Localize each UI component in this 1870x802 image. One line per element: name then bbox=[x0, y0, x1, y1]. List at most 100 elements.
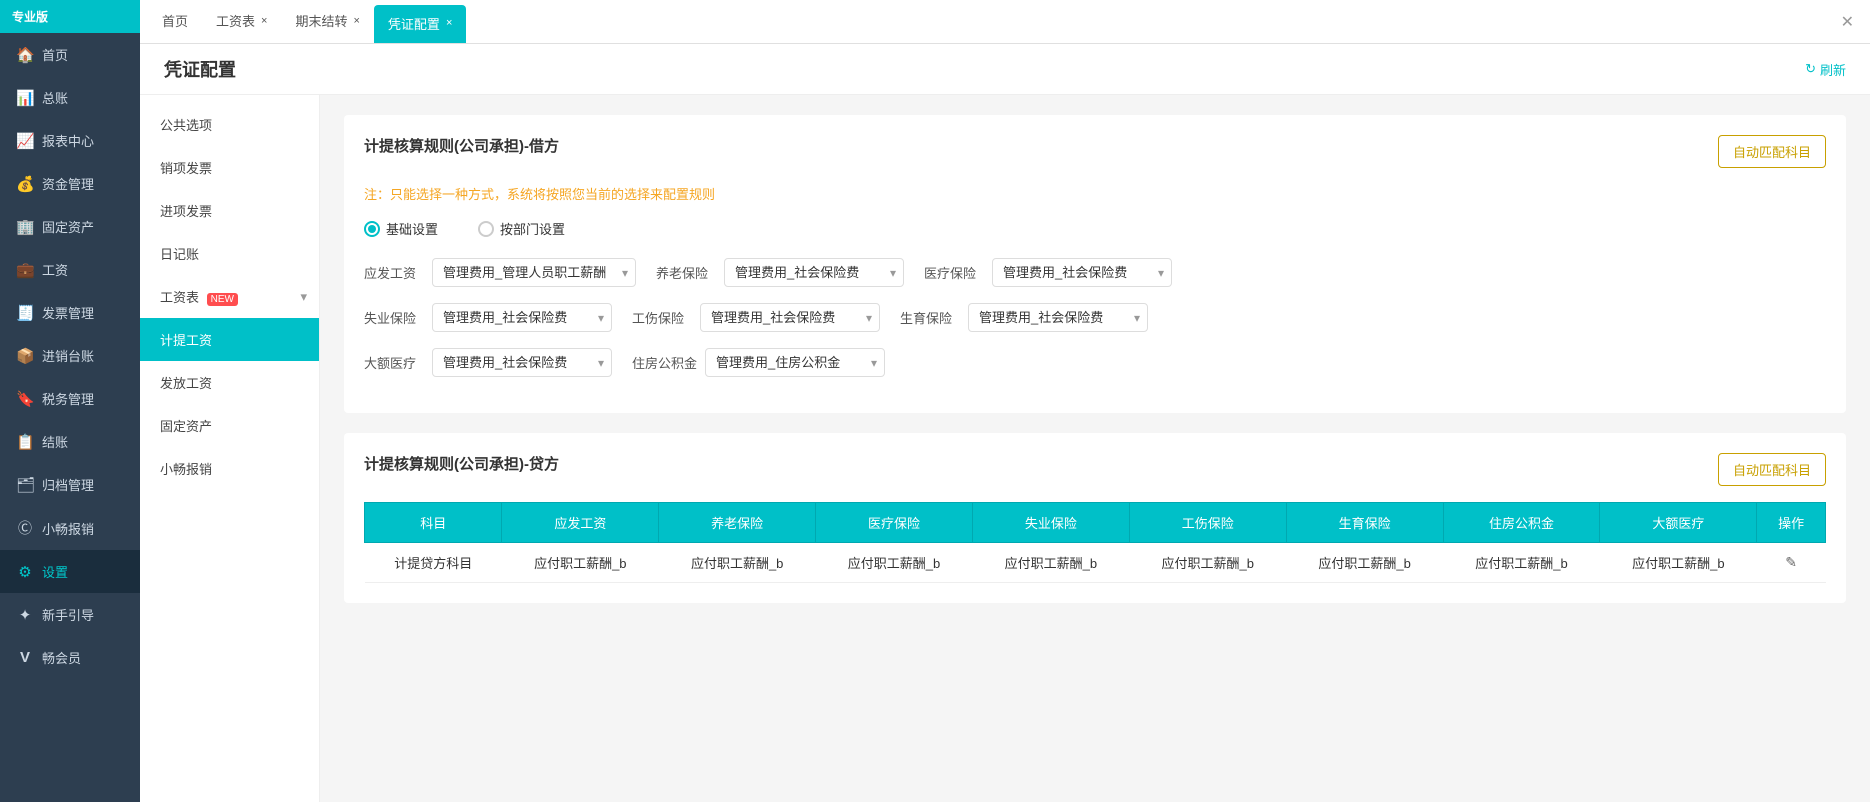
section1-title: 计提核算规则(公司承担)-借方 bbox=[364, 135, 559, 156]
label-salary: 应发工资 bbox=[364, 263, 424, 282]
tab-payroll-close[interactable]: × bbox=[261, 15, 267, 27]
label-pension: 养老保险 bbox=[656, 263, 716, 282]
edit-icon[interactable]: ✎ bbox=[1785, 554, 1797, 570]
cell-action[interactable]: ✎ bbox=[1757, 543, 1826, 583]
section-debit: 计提核算规则(公司承担)-借方 自动匹配科目 注：只能选择一种方式，系统将按照您… bbox=[344, 115, 1846, 413]
tab-bar: 首页 工资表 × 期末结转 × 凭证配置 × ✕ bbox=[140, 0, 1870, 44]
new-badge: NEW bbox=[207, 293, 238, 306]
close-all-tabs[interactable]: ✕ bbox=[1833, 8, 1862, 36]
radio-department-circle bbox=[478, 221, 494, 237]
right-content: 计提核算规则(公司承担)-借方 自动匹配科目 注：只能选择一种方式，系统将按照您… bbox=[320, 95, 1870, 802]
sidebar-item-close[interactable]: 📋 结账 bbox=[0, 420, 140, 463]
ledger-icon: 📊 bbox=[16, 89, 34, 107]
sidebar-item-member[interactable]: V 畅会员 bbox=[0, 636, 140, 679]
section2-header: 计提核算规则(公司承担)-贷方 自动匹配科目 bbox=[364, 453, 1826, 486]
tab-period[interactable]: 期末结转 × bbox=[281, 0, 373, 44]
field-maternity: 生育保险 管理费用_社会保险费 bbox=[900, 303, 1148, 332]
sidebar-item-tax[interactable]: 🔖 税务管理 bbox=[0, 377, 140, 420]
tab-voucher[interactable]: 凭证配置 × bbox=[374, 5, 466, 43]
select-wrapper-major-medical: 管理费用_社会保险费 bbox=[432, 348, 612, 377]
auto-match-debit-button[interactable]: 自动匹配科目 bbox=[1718, 135, 1826, 168]
cell-maternity: 应付职工薪酬_b bbox=[1286, 543, 1443, 583]
label-medical: 医疗保险 bbox=[924, 263, 984, 282]
col-medical: 医疗保险 bbox=[816, 503, 973, 543]
sidebar-item-inventory[interactable]: 📦 进销台账 bbox=[0, 334, 140, 377]
select-maternity[interactable]: 管理费用_社会保险费 bbox=[968, 303, 1148, 332]
select-housing[interactable]: 管理费用_住房公积金 bbox=[705, 348, 885, 377]
cell-unemployment: 应付职工薪酬_b bbox=[972, 543, 1129, 583]
label-maternity: 生育保险 bbox=[900, 308, 960, 327]
select-major-medical[interactable]: 管理费用_社会保险费 bbox=[432, 348, 612, 377]
left-nav-input-invoice[interactable]: 进项发票 bbox=[140, 189, 319, 232]
left-nav-public[interactable]: 公共选项 bbox=[140, 103, 319, 146]
left-nav: 公共选项 销项发票 进项发票 日记账 工资表 NEW ▾ 计提工资 bbox=[140, 95, 320, 802]
field-medical: 医疗保险 管理费用_社会保险费 bbox=[924, 258, 1172, 287]
select-wrapper-pension: 管理费用_社会保险费 bbox=[724, 258, 904, 287]
col-major-medical: 大额医疗 bbox=[1600, 503, 1757, 543]
home-icon: 🏠 bbox=[16, 46, 34, 64]
close-account-icon: 📋 bbox=[16, 433, 34, 451]
reports-icon: 📈 bbox=[16, 132, 34, 150]
main-area: 首页 工资表 × 期末结转 × 凭证配置 × ✕ 凭证配置 ↻ 刷新 公共选项 bbox=[140, 0, 1870, 802]
guide-icon: ✦ bbox=[16, 606, 34, 624]
sidebar-item-reports[interactable]: 📈 报表中心 bbox=[0, 119, 140, 162]
archive-icon: 🗂 bbox=[16, 476, 34, 494]
col-injury: 工伤保险 bbox=[1129, 503, 1286, 543]
page-title: 凭证配置 bbox=[164, 56, 236, 82]
select-injury[interactable]: 管理费用_社会保险费 bbox=[700, 303, 880, 332]
sidebar-item-archive[interactable]: 🗂 归档管理 bbox=[0, 463, 140, 506]
col-salary: 应发工资 bbox=[502, 503, 659, 543]
cell-salary: 应付职工薪酬_b bbox=[502, 543, 659, 583]
select-pension[interactable]: 管理费用_社会保险费 bbox=[724, 258, 904, 287]
left-nav-fixed-assets[interactable]: 固定资产 bbox=[140, 404, 319, 447]
page-header: 凭证配置 ↻ 刷新 bbox=[140, 44, 1870, 95]
left-nav-distribute[interactable]: 发放工资 bbox=[140, 361, 319, 404]
radio-department[interactable]: 按部门设置 bbox=[478, 219, 565, 238]
select-salary[interactable]: 管理费用_管理人员职工薪酬 bbox=[432, 258, 636, 287]
sidebar-item-xiaochang[interactable]: Ⓒ 小畅报销 bbox=[0, 506, 140, 550]
tab-home[interactable]: 首页 bbox=[148, 0, 202, 44]
col-housing: 住房公积金 bbox=[1443, 503, 1600, 543]
sidebar-item-ledger[interactable]: 📊 总账 bbox=[0, 76, 140, 119]
sidebar-item-salary[interactable]: 💼 工资 bbox=[0, 248, 140, 291]
cell-major-medical: 应付职工薪酬_b bbox=[1600, 543, 1757, 583]
salary-icon: 💼 bbox=[16, 261, 34, 279]
form-row-3: 大额医疗 管理费用_社会保险费 住房公积金 管理费用_住房公积金 bbox=[364, 348, 1826, 377]
section2-title: 计提核算规则(公司承担)-贷方 bbox=[364, 453, 559, 474]
assets-icon: 🏢 bbox=[16, 218, 34, 236]
left-nav-calc-salary[interactable]: 计提工资 bbox=[140, 318, 319, 361]
sidebar-item-settings[interactable]: ⚙ 设置 bbox=[0, 550, 140, 593]
funds-icon: 💰 bbox=[16, 175, 34, 193]
tax-icon: 🔖 bbox=[16, 390, 34, 408]
refresh-button[interactable]: ↻ 刷新 bbox=[1805, 60, 1846, 79]
left-nav-cancel-invoice[interactable]: 销项发票 bbox=[140, 146, 319, 189]
sidebar-item-guide[interactable]: ✦ 新手引导 bbox=[0, 593, 140, 636]
section1-notice: 注：只能选择一种方式，系统将按照您当前的选择来配置规则 bbox=[364, 184, 1826, 203]
label-unemployment: 失业保险 bbox=[364, 308, 424, 327]
radio-basic-circle bbox=[364, 221, 380, 237]
col-pension: 养老保险 bbox=[659, 503, 816, 543]
inventory-icon: 📦 bbox=[16, 347, 34, 365]
radio-basic[interactable]: 基础设置 bbox=[364, 219, 438, 238]
auto-match-credit-button[interactable]: 自动匹配科目 bbox=[1718, 453, 1826, 486]
field-major-medical: 大额医疗 管理费用_社会保险费 bbox=[364, 348, 612, 377]
tab-voucher-close[interactable]: × bbox=[446, 17, 452, 29]
tab-period-close[interactable]: × bbox=[353, 15, 359, 27]
left-nav-xiao-report[interactable]: 小畅报销 bbox=[140, 447, 319, 490]
select-medical[interactable]: 管理费用_社会保险费 bbox=[992, 258, 1172, 287]
left-nav-journal[interactable]: 日记账 bbox=[140, 232, 319, 275]
field-pension: 养老保险 管理费用_社会保险费 bbox=[656, 258, 904, 287]
arrow-icon: ▾ bbox=[300, 289, 307, 305]
select-unemployment[interactable]: 管理费用_社会保险费 bbox=[432, 303, 612, 332]
sidebar-item-assets[interactable]: 🏢 固定资产 bbox=[0, 205, 140, 248]
tab-payroll[interactable]: 工资表 × bbox=[202, 0, 281, 44]
sidebar-item-funds[interactable]: 💰 资金管理 bbox=[0, 162, 140, 205]
select-wrapper-injury: 管理费用_社会保险费 bbox=[700, 303, 880, 332]
label-injury: 工伤保险 bbox=[632, 308, 692, 327]
cell-subject: 计提贷方科目 bbox=[365, 543, 502, 583]
form-row-2: 失业保险 管理费用_社会保险费 工伤保险 管理费用_社会保险费 bbox=[364, 303, 1826, 332]
select-wrapper-maternity: 管理费用_社会保险费 bbox=[968, 303, 1148, 332]
left-nav-payroll-table[interactable]: 工资表 NEW ▾ bbox=[140, 275, 319, 318]
sidebar-item-invoice[interactable]: 🧾 发票管理 bbox=[0, 291, 140, 334]
sidebar-item-home[interactable]: 🏠 首页 bbox=[0, 33, 140, 76]
